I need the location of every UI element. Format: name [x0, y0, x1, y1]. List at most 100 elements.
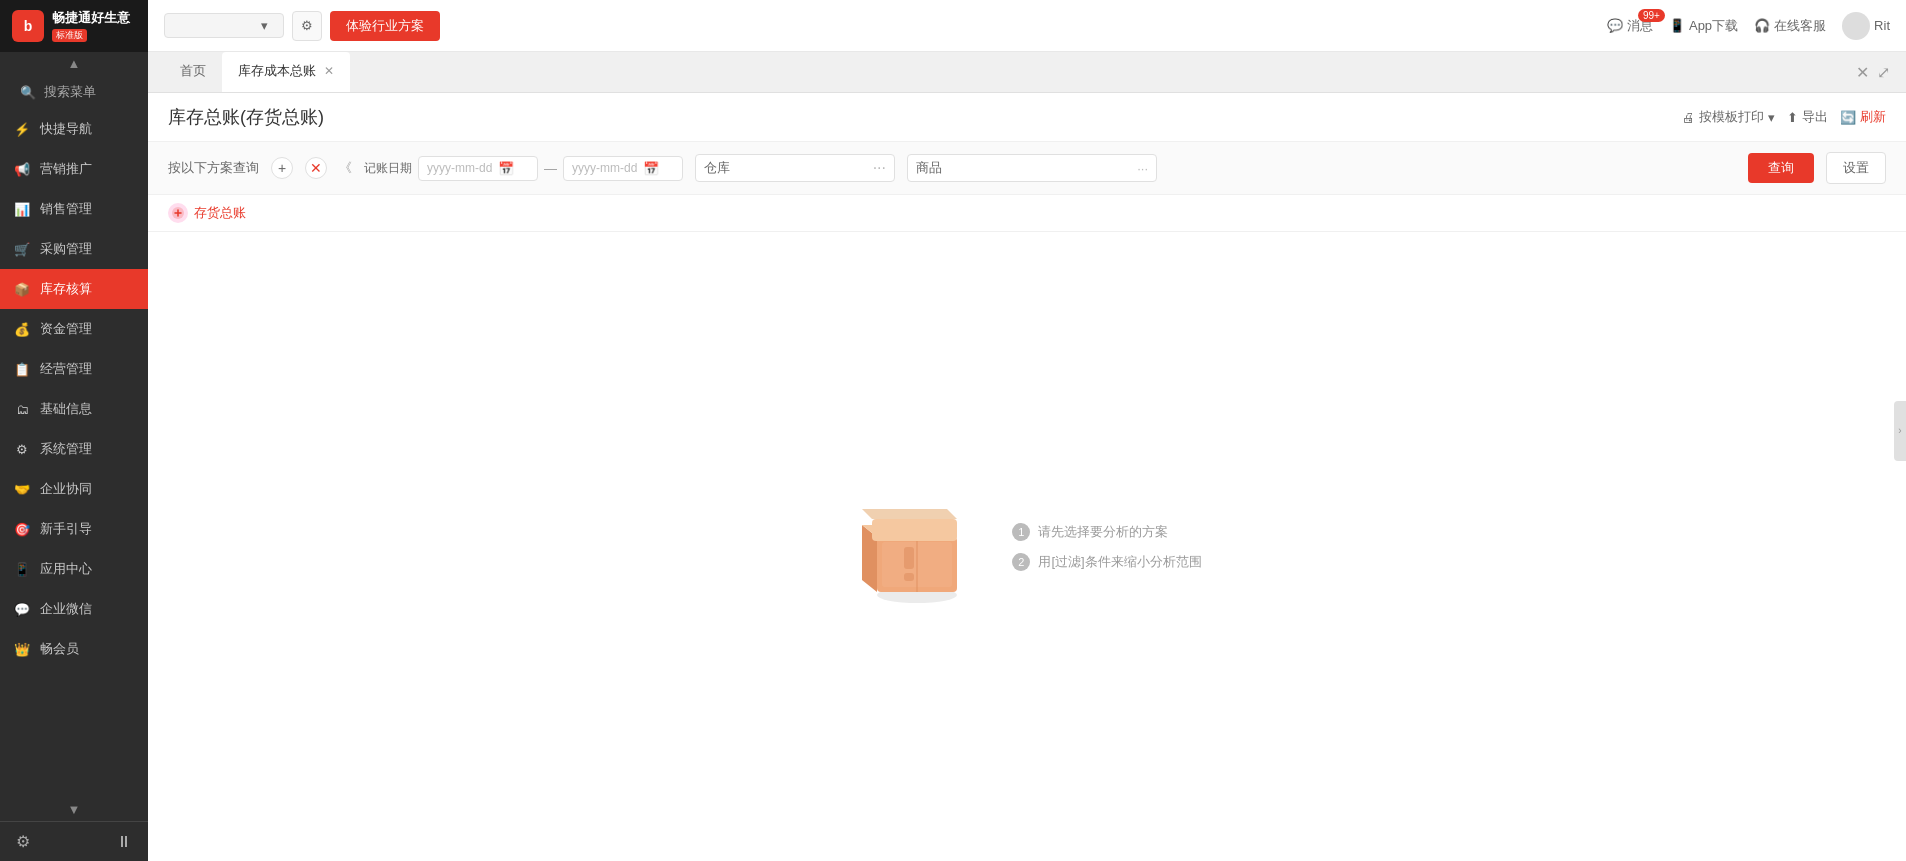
sub-filter: 存货总账: [148, 195, 1906, 232]
online-service-label: 在线客服: [1774, 17, 1826, 35]
sidebar-item-label: 营销推广: [40, 160, 92, 178]
topbar-dropdown[interactable]: ▾: [164, 13, 284, 38]
sidebar-item-purchase[interactable]: 🛒 采购管理: [0, 229, 148, 269]
refresh-button[interactable]: 🔄 刷新: [1840, 108, 1886, 126]
topbar-settings-button[interactable]: ⚙: [292, 11, 322, 41]
empty-tip-1: 1 请先选择要分析的方案: [1012, 523, 1201, 541]
sidebar-item-marketing[interactable]: 📢 营销推广: [0, 149, 148, 189]
sidebar-item-wechat[interactable]: 💬 企业微信: [0, 589, 148, 629]
svg-marker-8: [862, 509, 957, 519]
online-service-button[interactable]: 🎧 在线客服: [1754, 17, 1826, 35]
empty-tip-2: 2 用[过滤]条件来缩小分析范围: [1012, 553, 1201, 571]
sidebar-footer: ⚙ ⏸: [0, 821, 148, 861]
app-download-button[interactable]: 📱 App下载: [1669, 17, 1738, 35]
chevron-down-icon: ▾: [261, 18, 268, 33]
logo-text: 畅捷通好生意 标准版: [52, 10, 130, 43]
warehouse-label: 仓库: [704, 159, 873, 177]
filter-toggle[interactable]: 《: [339, 159, 352, 177]
sidebar-item-label: 系统管理: [40, 440, 92, 458]
sidebar-item-apps[interactable]: 📱 应用中心: [0, 549, 148, 589]
right-panel-toggle[interactable]: ›: [1894, 401, 1906, 461]
sidebar-item-label: 应用中心: [40, 560, 92, 578]
sidebar-item-guide[interactable]: 🎯 新手引导: [0, 509, 148, 549]
sidebar-item-cooperation[interactable]: 🤝 企业协同: [0, 469, 148, 509]
user-profile[interactable]: Rit: [1842, 12, 1890, 40]
scroll-down[interactable]: ▼: [0, 798, 148, 821]
ledger-icon: [168, 203, 188, 223]
search-icon: 🔍: [20, 85, 36, 100]
refresh-icon: 🔄: [1840, 110, 1856, 125]
product-filter[interactable]: 商品 ···: [907, 154, 1157, 182]
sidebar-item-finance[interactable]: 💰 资金管理: [0, 309, 148, 349]
quick-nav-icon: ⚡: [12, 119, 32, 139]
search-menu[interactable]: 🔍 搜索菜单: [0, 75, 148, 109]
print-dropdown-icon: ▾: [1768, 110, 1775, 125]
sidebar-item-label: 企业协同: [40, 480, 92, 498]
app-badge: 标准版: [52, 29, 87, 43]
tab-inventory-cost[interactable]: 库存成本总账 ✕: [222, 52, 350, 92]
sidebar-item-basic[interactable]: 🗂 基础信息: [0, 389, 148, 429]
svg-rect-10: [904, 573, 914, 581]
product-label: 商品: [916, 159, 1137, 177]
message-button[interactable]: 💬 消息 99+: [1607, 17, 1653, 35]
filter-add-button[interactable]: +: [271, 157, 293, 179]
date-filter: 记账日期 yyyy-mm-dd 📅 — yyyy-mm-dd 📅: [364, 156, 683, 181]
date-end-input[interactable]: yyyy-mm-dd 📅: [563, 156, 683, 181]
export-button[interactable]: ⬆ 导出: [1787, 108, 1828, 126]
sidebar-item-label: 企业微信: [40, 600, 92, 618]
date-start-input[interactable]: yyyy-mm-dd 📅: [418, 156, 538, 181]
svg-rect-9: [904, 547, 914, 569]
apps-icon: 📱: [12, 559, 32, 579]
sidebar-item-quick-nav[interactable]: ⚡ 快捷导航: [0, 109, 148, 149]
tab-close-button[interactable]: ✕: [324, 64, 334, 78]
basic-icon: 🗂: [12, 399, 32, 419]
message-badge: 99+: [1638, 9, 1665, 22]
sidebar-item-member[interactable]: 👑 畅会员: [0, 629, 148, 669]
warehouse-filter[interactable]: 仓库 ···: [695, 154, 895, 182]
member-icon: 👑: [12, 639, 32, 659]
guide-icon: 🎯: [12, 519, 32, 539]
trial-button[interactable]: 体验行业方案: [330, 11, 440, 41]
tip-1-number: 1: [1012, 523, 1030, 541]
app-download-label: App下载: [1689, 17, 1738, 35]
product-more-icon: ···: [1137, 161, 1148, 176]
settings-footer-icon[interactable]: ⚙: [16, 832, 30, 851]
export-label: 导出: [1802, 108, 1828, 126]
warehouse-more-icon: ···: [873, 159, 886, 177]
empty-illustration: [852, 487, 972, 607]
empty-tips: 1 请先选择要分析的方案 2 用[过滤]条件来缩小分析范围: [1012, 523, 1201, 571]
panel-toggle-icon: ›: [1898, 425, 1901, 436]
inventory-cost-tab-label: 库存成本总账: [238, 62, 316, 80]
app-title: 畅捷通好生意: [52, 10, 130, 27]
sidebar-item-operations[interactable]: 📋 经营管理: [0, 349, 148, 389]
inventory-ledger-filter[interactable]: 存货总账: [168, 203, 246, 223]
expand-icon[interactable]: ⤢: [1877, 63, 1890, 82]
scroll-up[interactable]: ▲: [0, 52, 148, 75]
inventory-icon: 📦: [12, 279, 32, 299]
logo-icon: b: [12, 10, 44, 42]
sidebar-item-inventory[interactable]: 📦 库存核算: [0, 269, 148, 309]
operations-icon: 📋: [12, 359, 32, 379]
wechat-icon: 💬: [12, 599, 32, 619]
sidebar-item-system[interactable]: ⚙ 系统管理: [0, 429, 148, 469]
close-panel-icon[interactable]: ✕: [1856, 63, 1869, 82]
cooperation-icon: 🤝: [12, 479, 32, 499]
filter-collapse-button[interactable]: ✕: [305, 157, 327, 179]
query-button[interactable]: 查询: [1748, 153, 1814, 183]
date-end-placeholder: yyyy-mm-dd: [572, 161, 637, 175]
topbar-left: ▾ ⚙ 体验行业方案: [164, 11, 1607, 41]
sidebar-logo: b 畅捷通好生意 标准版: [0, 0, 148, 52]
tab-home[interactable]: 首页: [164, 52, 222, 92]
filter-label: 按以下方案查询: [168, 159, 259, 177]
settings-button[interactable]: 设置: [1826, 152, 1886, 184]
sidebar-item-label: 快捷导航: [40, 120, 92, 138]
sidebar-item-sales[interactable]: 📊 销售管理: [0, 189, 148, 229]
user-name: Rit: [1874, 18, 1890, 33]
audio-footer-icon[interactable]: ⏸: [116, 833, 132, 851]
print-button[interactable]: 🖨 按模板打印 ▾: [1682, 108, 1775, 126]
sidebar-item-label: 销售管理: [40, 200, 92, 218]
tip-1-text: 请先选择要分析的方案: [1038, 523, 1168, 541]
page-header-actions: 🖨 按模板打印 ▾ ⬆ 导出 🔄 刷新: [1682, 108, 1886, 126]
svg-rect-7: [872, 519, 957, 541]
tip-2-text: 用[过滤]条件来缩小分析范围: [1038, 553, 1201, 571]
